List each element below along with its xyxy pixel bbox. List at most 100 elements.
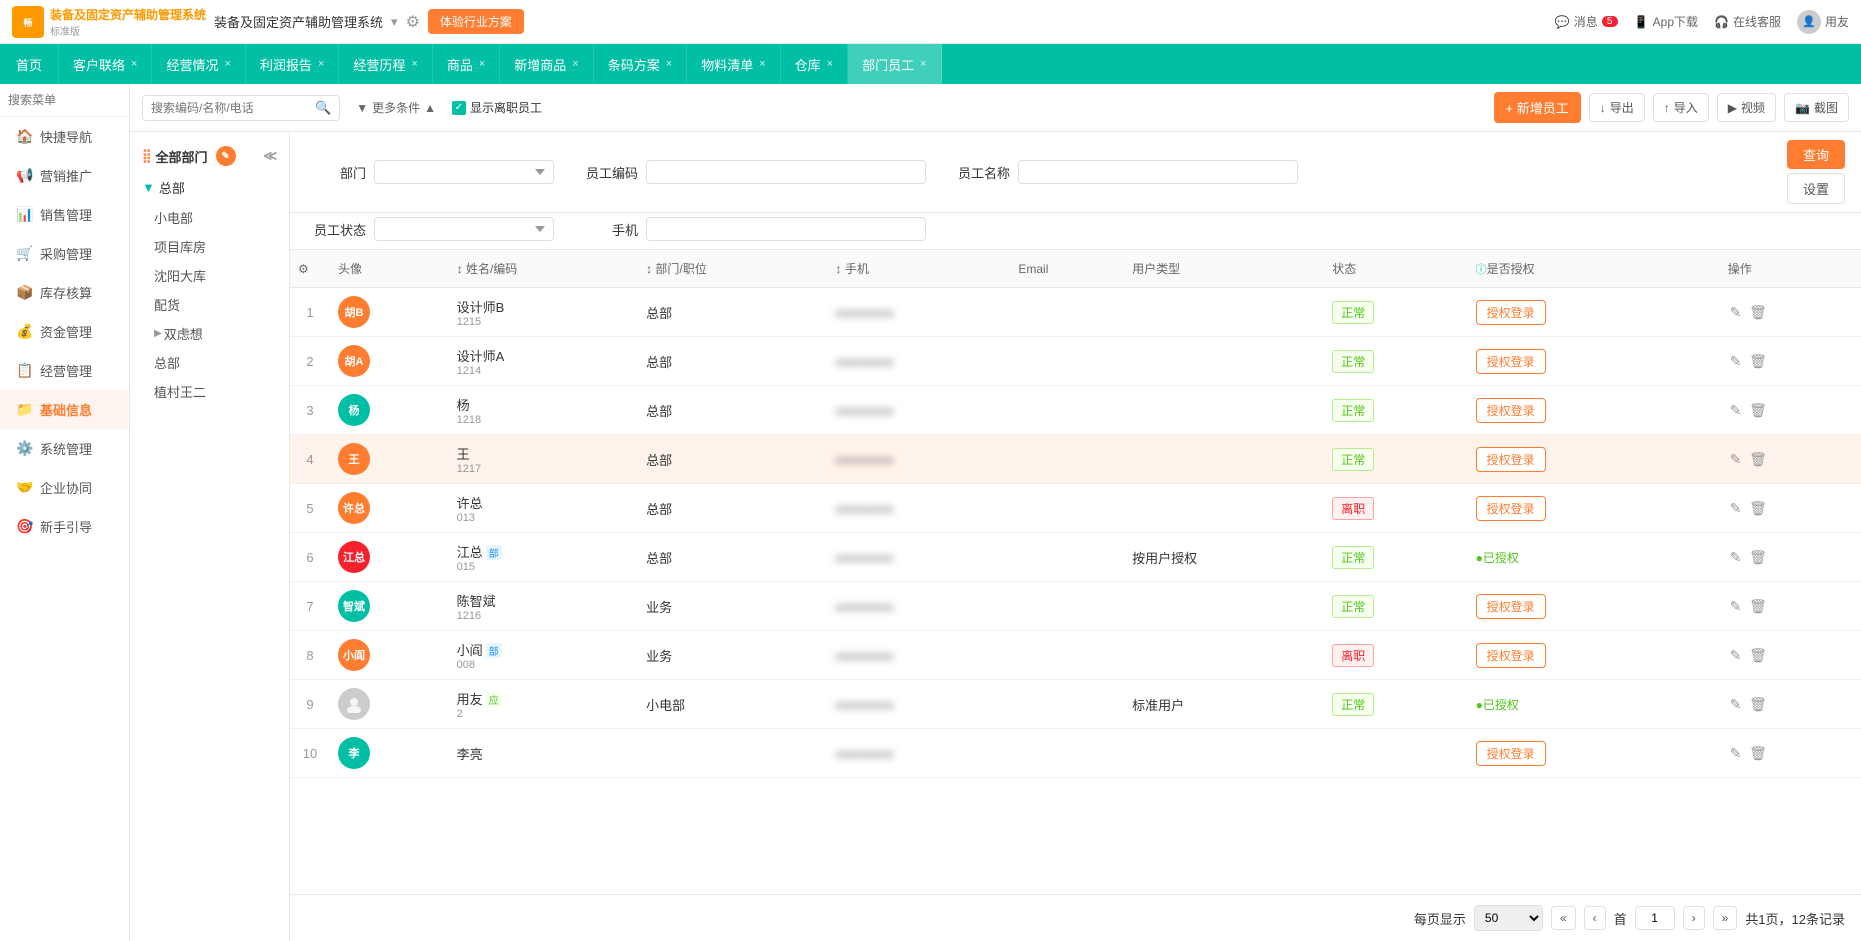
delete-btn[interactable]: 🗑	[1749, 304, 1767, 321]
edit-btn[interactable]: ✎	[1730, 696, 1742, 713]
dept-item-zhicun[interactable]: 植村王二	[130, 377, 289, 406]
col-dept[interactable]: ↕ 部门/职位	[638, 250, 827, 288]
edit-btn[interactable]: ✎	[1730, 549, 1742, 566]
edit-btn[interactable]: ✎	[1730, 451, 1742, 468]
tab-operation-status[interactable]: 经营情况 ×	[152, 44, 245, 84]
sidebar-item-purchase[interactable]: 🛒 采购管理	[0, 234, 129, 273]
delete-btn[interactable]: 🗑	[1749, 745, 1767, 762]
close-icon[interactable]: ×	[411, 58, 417, 70]
sidebar-item-basic[interactable]: 📁 基础信息	[0, 390, 129, 429]
auth-btn[interactable]: 授权登录	[1476, 349, 1546, 374]
screenshot-btn[interactable]: 📷 截图	[1784, 93, 1849, 122]
tab-customer[interactable]: 客户联络 ×	[59, 44, 152, 84]
close-icon[interactable]: ×	[572, 58, 578, 70]
edit-btn[interactable]: ✎	[1730, 500, 1742, 517]
tab-warehouse[interactable]: 仓库 ×	[781, 44, 848, 84]
close-icon[interactable]: ×	[131, 58, 137, 70]
delete-btn[interactable]: 🗑	[1749, 353, 1767, 370]
emp-name-input[interactable]	[1018, 160, 1298, 184]
sidebar-item-operation[interactable]: 📋 经营管理	[0, 351, 129, 390]
delete-btn[interactable]: 🗑	[1749, 598, 1767, 615]
auth-btn[interactable]: 授权登录	[1476, 496, 1546, 521]
delete-btn[interactable]: 🗑	[1749, 696, 1767, 713]
tab-add-goods[interactable]: 新增商品 ×	[500, 44, 593, 84]
auth-btn[interactable]: 授权登录	[1476, 447, 1546, 472]
col-settings[interactable]: ⚙	[290, 250, 330, 288]
auth-btn[interactable]: 授权登录	[1476, 643, 1546, 668]
search-input[interactable]	[151, 101, 311, 115]
sidebar-item-collab[interactable]: 🤝 企业协同	[0, 468, 129, 507]
auth-btn[interactable]: 授权登录	[1476, 594, 1546, 619]
close-icon[interactable]: ×	[827, 58, 833, 70]
sidebar-item-finance[interactable]: 💰 资金管理	[0, 312, 129, 351]
edit-btn[interactable]: ✎	[1730, 745, 1742, 762]
page-input[interactable]	[1635, 906, 1675, 930]
edit-btn[interactable]: ✎	[1730, 353, 1742, 370]
dept-item-shenyang[interactable]: 沈阳大库	[130, 261, 289, 290]
dept-item-general[interactable]: ▼ 总部	[130, 172, 289, 203]
dept-item-peihuo[interactable]: 配货	[130, 290, 289, 319]
per-page-select[interactable]: 50 100	[1474, 905, 1543, 931]
dept-filter-select[interactable]	[374, 160, 554, 184]
dept-item-zongbu[interactable]: 总部	[130, 348, 289, 377]
settings-icon[interactable]: ⚙	[406, 12, 420, 32]
next-page-btn[interactable]: ›	[1683, 906, 1705, 930]
sidebar-item-system[interactable]: ⚙️ 系统管理	[0, 429, 129, 468]
edit-btn[interactable]: ✎	[1730, 402, 1742, 419]
delete-btn[interactable]: 🗑	[1749, 647, 1767, 664]
auth-btn[interactable]: 授权登录	[1476, 741, 1546, 766]
last-page-btn[interactable]: »	[1713, 906, 1738, 930]
tab-goods[interactable]: 商品 ×	[433, 44, 500, 84]
import-btn[interactable]: ↑ 导入	[1653, 93, 1709, 122]
phone-input[interactable]	[646, 217, 926, 241]
tab-profit[interactable]: 利润报告 ×	[246, 44, 339, 84]
edit-btn[interactable]: ✎	[1730, 598, 1742, 615]
emp-status-select[interactable]	[374, 217, 554, 241]
edit-btn[interactable]: ✎	[1730, 304, 1742, 321]
view-btn[interactable]: ▶ 视频	[1717, 93, 1776, 122]
add-employee-btn[interactable]: + 新增员工	[1494, 92, 1581, 123]
close-icon[interactable]: ×	[318, 58, 324, 70]
sidebar-search-box[interactable]: 🔍	[0, 84, 129, 117]
filter-btn[interactable]: ▼ 更多条件 ▲	[348, 95, 444, 120]
delete-btn[interactable]: 🗑	[1749, 402, 1767, 419]
close-icon[interactable]: ×	[666, 58, 672, 70]
message-btn[interactable]: 💬 消息 5	[1555, 13, 1618, 30]
collapse-btn[interactable]: ≪	[263, 148, 277, 164]
export-btn[interactable]: ↓ 导出	[1589, 93, 1645, 122]
col-name[interactable]: ↕ 姓名/编码	[449, 250, 638, 288]
close-icon[interactable]: ×	[224, 58, 230, 70]
sidebar-item-guide[interactable]: 🎯 新手引导	[0, 507, 129, 546]
tab-department[interactable]: 部门员工 ×	[848, 44, 941, 84]
tab-barcode[interactable]: 条码方案 ×	[594, 44, 687, 84]
set-btn[interactable]: 设置	[1787, 173, 1845, 204]
edit-btn[interactable]: ✎	[1730, 647, 1742, 664]
emp-code-input[interactable]	[646, 160, 926, 184]
dropdown-icon[interactable]: ▾	[391, 14, 398, 30]
sidebar-item-marketing[interactable]: 📢 营销推广	[0, 156, 129, 195]
search-box[interactable]: 🔍	[142, 95, 340, 121]
tab-history[interactable]: 经营历程 ×	[339, 44, 432, 84]
dept-item-project[interactable]: 项目库房	[130, 232, 289, 261]
dept-item-shuanglv[interactable]: ▶ 双虑想	[130, 319, 289, 348]
user-btn[interactable]: 👤 用友	[1797, 10, 1849, 34]
tab-bom[interactable]: 物料清单 ×	[687, 44, 780, 84]
close-icon[interactable]: ×	[759, 58, 765, 70]
close-icon[interactable]: ×	[479, 58, 485, 70]
online-service-btn[interactable]: 🎧 在线客服	[1714, 13, 1781, 30]
first-page-btn[interactable]: «	[1551, 906, 1576, 930]
try-btn[interactable]: 体验行业方案	[428, 9, 524, 34]
tab-home[interactable]: 首页	[0, 44, 59, 84]
auth-btn[interactable]: 授权登录	[1476, 398, 1546, 423]
prev-page-btn[interactable]: ‹	[1584, 906, 1606, 930]
delete-btn[interactable]: 🗑	[1749, 451, 1767, 468]
delete-btn[interactable]: 🗑	[1749, 500, 1767, 517]
dept-item-xiaodiaobu[interactable]: 小电部	[130, 203, 289, 232]
close-icon[interactable]: ×	[920, 58, 926, 70]
auth-btn[interactable]: 授权登录	[1476, 300, 1546, 325]
app-download-btn[interactable]: 📱 App下载	[1634, 13, 1698, 30]
dept-edit-icon[interactable]: ✎	[216, 146, 236, 166]
col-phone[interactable]: ↕ 手机	[828, 250, 1011, 288]
delete-btn[interactable]: 🗑	[1749, 549, 1767, 566]
sidebar-item-inventory[interactable]: 📦 库存核算	[0, 273, 129, 312]
